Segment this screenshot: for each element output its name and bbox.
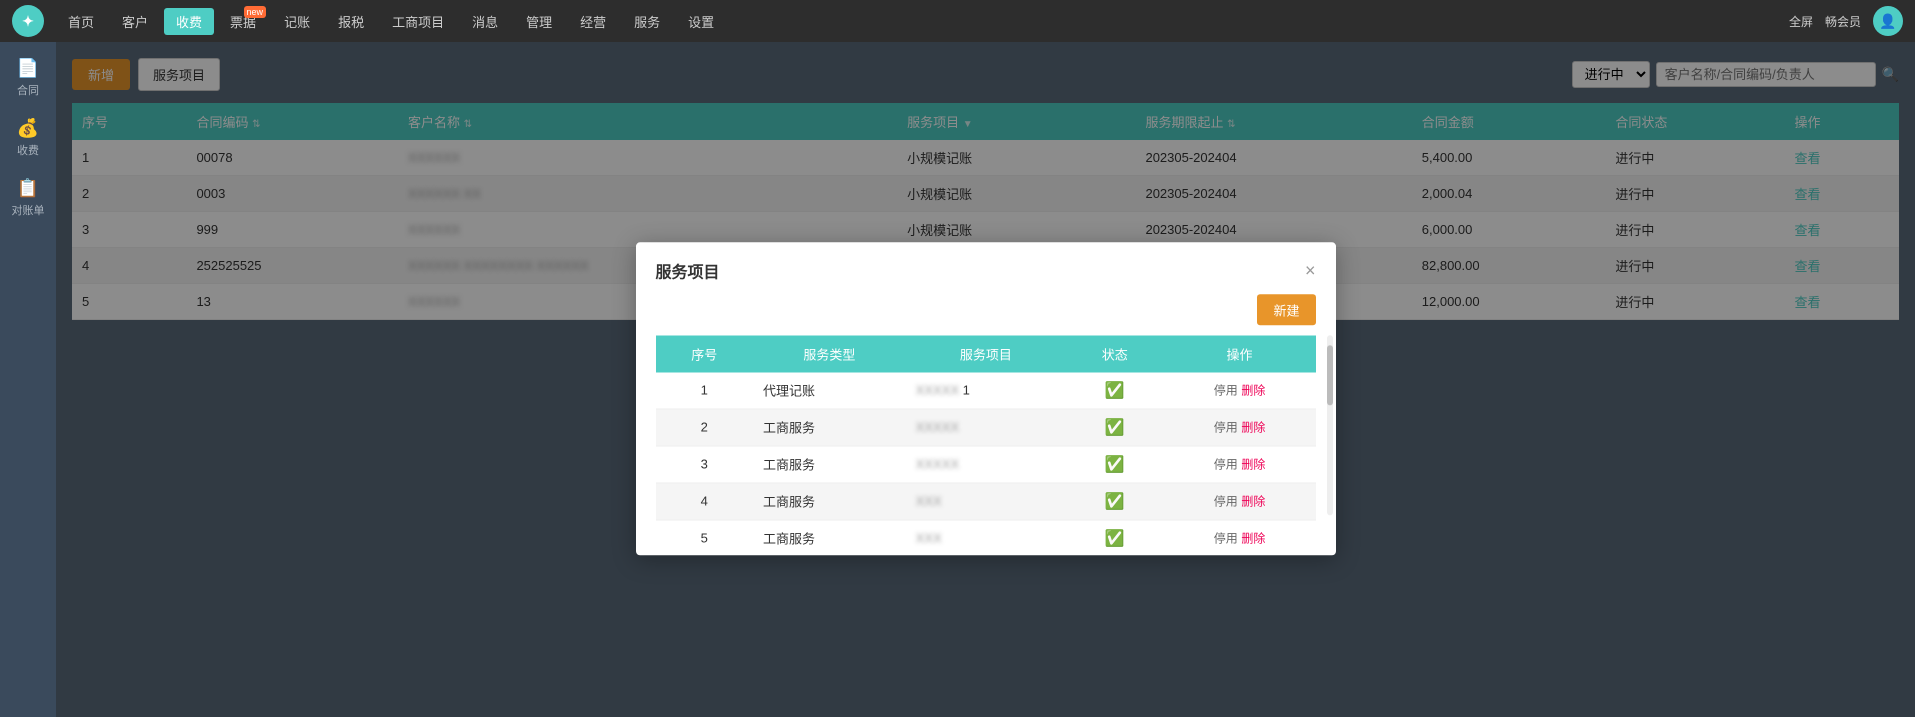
modal-cell-seq: 2	[656, 408, 754, 445]
content-area: 新增 服务项目 进行中 全部 已结束 🔍 序号 合同编码 ⇅	[56, 42, 1915, 717]
nav-customer[interactable]: 客户	[110, 8, 160, 35]
modal-cell-seq: 1	[656, 372, 754, 409]
sidebar-item-fee-label: 收费	[17, 142, 39, 158]
modal-title: 服务项目	[656, 258, 720, 282]
stop-button[interactable]: 停用	[1214, 418, 1238, 435]
modal-cell-seq: 4	[656, 482, 754, 519]
sidebar-item-statement[interactable]: 📋 对账单	[0, 170, 56, 226]
modal-scroll[interactable]: 序号 服务类型 服务项目 状态 操作 1 代理记账 XXXXX 1 ✅ 停用 删…	[636, 335, 1336, 555]
sidebar-item-fee[interactable]: 💰 收费	[0, 110, 56, 166]
modal-cell-item: XXXXX	[906, 445, 1066, 482]
modal-cell-item: XXX	[906, 519, 1066, 555]
modal-cell-status: ✅	[1066, 408, 1164, 445]
modal-cell-type: 工商服务	[753, 519, 906, 555]
fullscreen-label[interactable]: 全屏	[1789, 13, 1813, 30]
modal-close-button[interactable]: ×	[1305, 261, 1316, 279]
modal-header: 服务项目 ×	[636, 242, 1336, 294]
modal-scrollbar-thumb	[1327, 345, 1333, 405]
delete-button[interactable]: 删除	[1241, 418, 1265, 435]
delete-button[interactable]: 删除	[1241, 455, 1265, 472]
modal-table-row: 1 代理记账 XXXXX 1 ✅ 停用 删除	[656, 372, 1316, 409]
new-badge: new	[244, 6, 267, 18]
stop-button[interactable]: 停用	[1214, 529, 1238, 546]
nav-message[interactable]: 消息	[460, 8, 510, 35]
modal-col-action: 操作	[1164, 335, 1316, 372]
modal-col-seq: 序号	[656, 335, 754, 372]
modal-cell-type: 代理记账	[753, 372, 906, 409]
modal-cell-status: ✅	[1066, 482, 1164, 519]
status-check-icon: ✅	[1105, 419, 1125, 436]
modal-cell-action: 停用 删除	[1164, 482, 1316, 519]
status-check-icon: ✅	[1105, 382, 1125, 399]
sidebar: 📄 合同 💰 收费 📋 对账单	[0, 42, 56, 717]
stop-button[interactable]: 停用	[1214, 492, 1238, 509]
statement-icon: 📋	[17, 178, 39, 199]
modal-cell-status: ✅	[1066, 445, 1164, 482]
modal-cell-type: 工商服务	[753, 408, 906, 445]
modal-cell-item: XXX	[906, 482, 1066, 519]
nav-operation[interactable]: 经营	[568, 8, 618, 35]
modal-cell-seq: 5	[656, 519, 754, 555]
modal-new-button[interactable]: 新建	[1257, 294, 1315, 325]
modal-table-row: 3 工商服务 XXXXX ✅ 停用 删除	[656, 445, 1316, 482]
modal-cell-seq: 3	[656, 445, 754, 482]
nav-bookkeeping[interactable]: 记账	[272, 8, 322, 35]
modal-toolbar: 新建	[636, 294, 1336, 335]
stop-button[interactable]: 停用	[1214, 381, 1238, 398]
modal-table-row: 2 工商服务 XXXXX ✅ 停用 删除	[656, 408, 1316, 445]
modal-col-status: 状态	[1066, 335, 1164, 372]
modal-cell-type: 工商服务	[753, 445, 906, 482]
modal-cell-action: 停用 删除	[1164, 445, 1316, 482]
delete-button[interactable]: 删除	[1241, 529, 1265, 546]
top-nav-right: 全屏 畅会员 👤	[1789, 6, 1903, 36]
nav-home[interactable]: 首页	[56, 8, 106, 35]
modal-cell-status: ✅	[1066, 519, 1164, 555]
modal-cell-action: 停用 删除	[1164, 519, 1316, 555]
nav-settings[interactable]: 设置	[676, 8, 726, 35]
modal-col-item: 服务项目	[906, 335, 1066, 372]
nav-fee[interactable]: 收费	[164, 8, 214, 35]
modal-table-area: 序号 服务类型 服务项目 状态 操作 1 代理记账 XXXXX 1 ✅ 停用 删…	[636, 335, 1336, 555]
service-table: 序号 服务类型 服务项目 状态 操作 1 代理记账 XXXXX 1 ✅ 停用 删…	[656, 335, 1316, 555]
logo-icon: ✦	[12, 5, 44, 37]
modal-scrollbar[interactable]	[1327, 335, 1333, 515]
nav-service[interactable]: 服务	[622, 8, 672, 35]
modal-cell-action: 停用 删除	[1164, 408, 1316, 445]
modal-table-row: 5 工商服务 XXX ✅ 停用 删除	[656, 519, 1316, 555]
delete-button[interactable]: 删除	[1241, 381, 1265, 398]
sidebar-item-contract-label: 合同	[17, 82, 39, 98]
status-check-icon: ✅	[1105, 530, 1125, 547]
modal-cell-item: XXXXX	[906, 408, 1066, 445]
sidebar-item-statement-label: 对账单	[12, 202, 45, 218]
modal-cell-item: XXXXX 1	[906, 372, 1066, 409]
nav-ticket[interactable]: 票据 new	[218, 8, 268, 35]
status-check-icon: ✅	[1105, 456, 1125, 473]
top-nav: ✦ 首页 客户 收费 票据 new 记账 报税 工商项目 消息 管理 经营 服务…	[0, 0, 1915, 42]
modal-table-row: 4 工商服务 XXX ✅ 停用 删除	[656, 482, 1316, 519]
nav-industrial[interactable]: 工商项目	[380, 8, 456, 35]
fee-icon: 💰	[17, 118, 39, 139]
modal-col-type: 服务类型	[753, 335, 906, 372]
contract-icon: 📄	[17, 58, 39, 79]
avatar[interactable]: 👤	[1873, 6, 1903, 36]
nav-tax[interactable]: 报税	[326, 8, 376, 35]
member-label[interactable]: 畅会员	[1825, 13, 1861, 30]
modal-cell-status: ✅	[1066, 372, 1164, 409]
sidebar-item-contract[interactable]: 📄 合同	[0, 50, 56, 106]
service-modal: 服务项目 × 新建 序号 服务类型 服务项目 状态 操作	[636, 242, 1336, 555]
main-layout: 📄 合同 💰 收费 📋 对账单 新增 服务项目 进行中 全部 已结束 🔍	[0, 42, 1915, 717]
modal-cell-type: 工商服务	[753, 482, 906, 519]
stop-button[interactable]: 停用	[1214, 455, 1238, 472]
delete-button[interactable]: 删除	[1241, 492, 1265, 509]
nav-manage[interactable]: 管理	[514, 8, 564, 35]
modal-cell-action: 停用 删除	[1164, 372, 1316, 409]
status-check-icon: ✅	[1105, 493, 1125, 510]
